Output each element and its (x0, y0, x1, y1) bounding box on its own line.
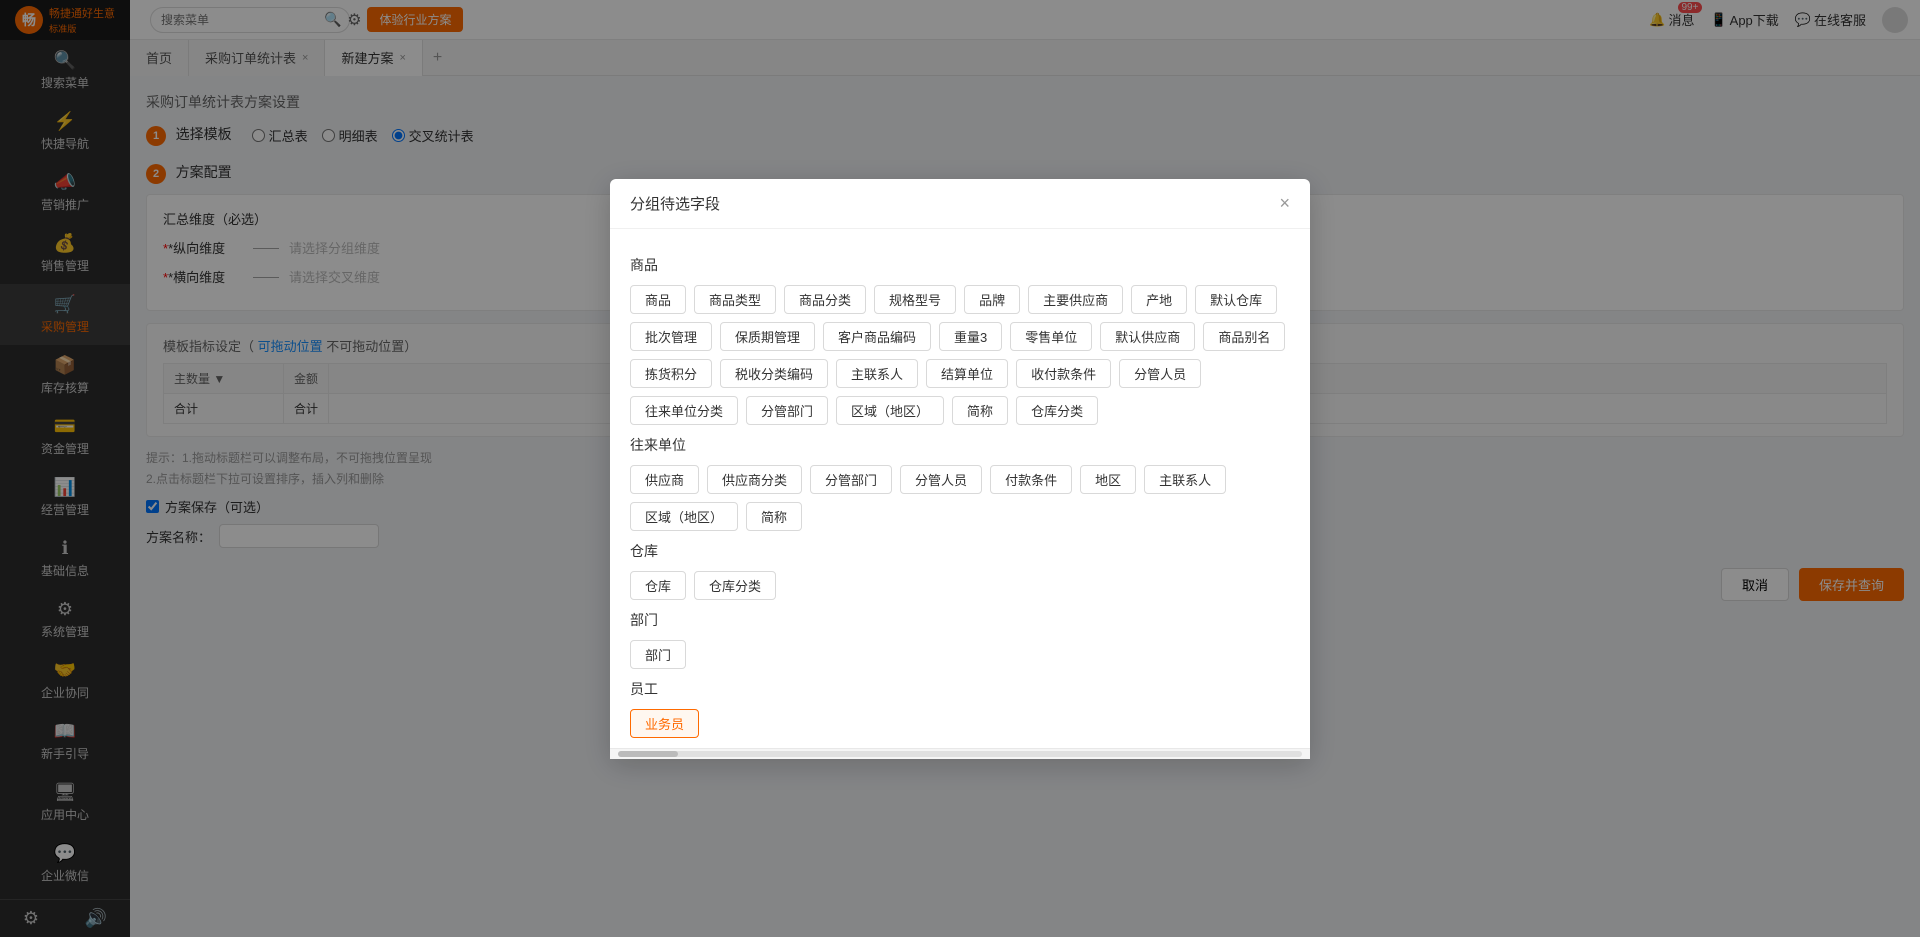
field-chip[interactable]: 结算单位 (926, 359, 1008, 388)
field-chip[interactable]: 主联系人 (836, 359, 918, 388)
field-chip[interactable]: 供应商 (630, 465, 699, 494)
field-chip[interactable]: 品牌 (964, 285, 1020, 314)
field-chip[interactable]: 分管人员 (1119, 359, 1201, 388)
field-chip[interactable]: 简称 (952, 396, 1008, 425)
field-chips-group: 业务员 (630, 709, 1290, 738)
field-chip[interactable]: 往来单位分类 (630, 396, 738, 425)
modal-title: 分组待选字段 (630, 193, 720, 214)
modal-dialog: 分组待选字段 × 商品商品商品类型商品分类规格型号品牌主要供应商产地默认仓库批次… (610, 179, 1310, 759)
modal-section-title: 部门 (630, 610, 1290, 630)
field-chip[interactable]: 仓库分类 (1016, 396, 1098, 425)
field-chip[interactable]: 拣货积分 (630, 359, 712, 388)
field-chip[interactable]: 付款条件 (990, 465, 1072, 494)
modal-body[interactable]: 商品商品商品类型商品分类规格型号品牌主要供应商产地默认仓库批次管理保质期管理客户… (610, 229, 1310, 749)
field-chip[interactable]: 重量3 (939, 322, 1002, 351)
modal-footer-scrollbar (610, 748, 1310, 758)
field-chip[interactable]: 批次管理 (630, 322, 712, 351)
field-chip[interactable]: 商品分类 (784, 285, 866, 314)
field-chip[interactable]: 分管部门 (810, 465, 892, 494)
field-chip[interactable]: 规格型号 (874, 285, 956, 314)
field-chip[interactable]: 主联系人 (1144, 465, 1226, 494)
field-chips-group: 供应商供应商分类分管部门分管人员付款条件地区主联系人区域（地区） 简称 (630, 465, 1290, 531)
field-chip[interactable]: 仓库 (630, 571, 686, 600)
field-chip[interactable]: 产地 (1131, 285, 1187, 314)
field-chip[interactable]: 简称 (746, 502, 802, 531)
field-chip[interactable]: 部门 (630, 640, 686, 669)
modal-close-button[interactable]: × (1279, 193, 1290, 214)
modal-header: 分组待选字段 × (610, 179, 1310, 229)
field-chip[interactable]: 客户商品编码 (823, 322, 931, 351)
field-chip[interactable]: 供应商分类 (707, 465, 802, 494)
field-chip[interactable]: 区域（地区） (630, 502, 738, 531)
scrollbar-thumb[interactable] (618, 751, 678, 757)
field-chip[interactable]: 默认仓库 (1195, 285, 1277, 314)
field-chips-group: 商品商品类型商品分类规格型号品牌主要供应商产地默认仓库批次管理保质期管理客户商品… (630, 285, 1290, 425)
field-chip[interactable]: 收付款条件 (1016, 359, 1111, 388)
field-chip[interactable]: 区域（地区） (836, 396, 944, 425)
modal-section-title: 员工 (630, 679, 1290, 699)
field-chip[interactable]: 零售单位 (1010, 322, 1092, 351)
field-chip[interactable]: 仓库分类 (694, 571, 776, 600)
field-chip[interactable]: 商品别名 (1203, 322, 1285, 351)
field-chips-group: 仓库仓库分类 (630, 571, 1290, 600)
field-chip[interactable]: 业务员 (630, 709, 699, 738)
field-chip[interactable]: 分管部门 (746, 396, 828, 425)
modal-section-title: 商品 (630, 255, 1290, 275)
field-chip[interactable]: 保质期管理 (720, 322, 815, 351)
field-chip[interactable]: 商品 (630, 285, 686, 314)
field-chip[interactable]: 主要供应商 (1028, 285, 1123, 314)
modal-section-title: 仓库 (630, 541, 1290, 561)
field-chip[interactable]: 默认供应商 (1100, 322, 1195, 351)
field-chip[interactable]: 税收分类编码 (720, 359, 828, 388)
field-chip[interactable]: 分管人员 (900, 465, 982, 494)
field-chip[interactable]: 地区 (1080, 465, 1136, 494)
field-chip[interactable]: 商品类型 (694, 285, 776, 314)
modal-section-title: 往来单位 (630, 435, 1290, 455)
scrollbar-track (618, 751, 1302, 757)
modal-overlay: 分组待选字段 × 商品商品商品类型商品分类规格型号品牌主要供应商产地默认仓库批次… (0, 0, 1920, 937)
field-chips-group: 部门 (630, 640, 1290, 669)
